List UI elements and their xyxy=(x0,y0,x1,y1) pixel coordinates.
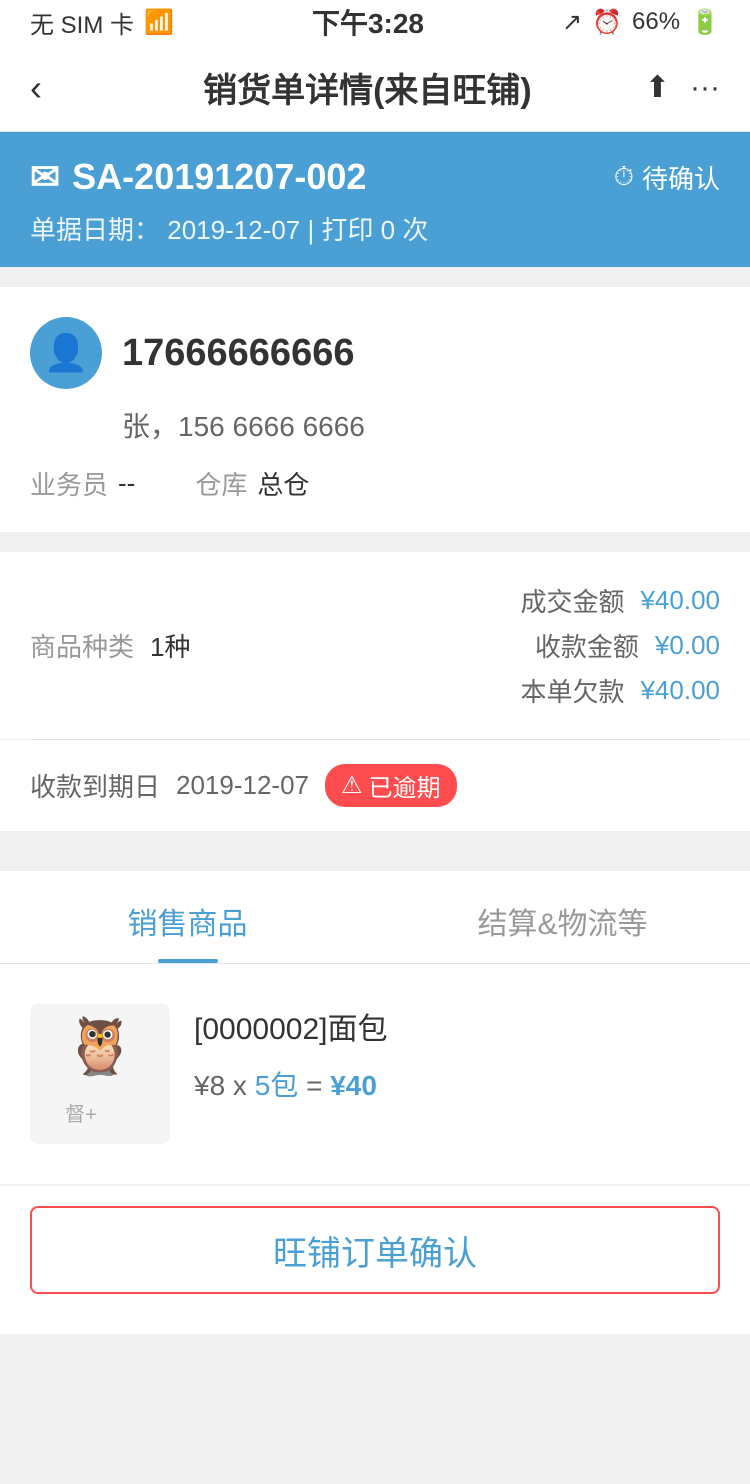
product-list: 🦉督+ [0000002]面包 ¥8 x 5包 = ¥40 xyxy=(0,964,750,1184)
battery-text: 66% xyxy=(632,8,680,36)
print-info: | 打印 0 次 xyxy=(307,215,428,245)
product-price: ¥8 x 5包 = ¥40 xyxy=(194,1064,720,1104)
product-type-value: 1种 xyxy=(150,627,190,664)
price-total: ¥40 xyxy=(330,1070,377,1101)
tab-sales-products-label: 销售商品 xyxy=(128,908,248,941)
product-item: 🦉督+ [0000002]面包 ¥8 x 5包 = ¥40 xyxy=(30,984,720,1164)
product-name: [0000002]面包 xyxy=(194,1004,720,1048)
price-total-label: = xyxy=(306,1070,330,1101)
warehouse-meta: 仓库 总仓 xyxy=(195,465,309,502)
sales-value: -- xyxy=(118,468,135,499)
price-text: ¥8 x xyxy=(194,1070,255,1101)
amount-value-1: ¥0.00 xyxy=(655,630,720,661)
status-right: ↗ ⏰ 66% 🔋 xyxy=(562,8,720,37)
battery-icon: 🔋 xyxy=(690,8,720,37)
overdue-icon: ⚠ xyxy=(341,771,363,800)
status-bar: 无 SIM 卡 📶 下午3:28 ↗ ⏰ 66% 🔋 xyxy=(0,0,750,44)
tab-sales-products[interactable]: 销售商品 xyxy=(0,871,375,963)
product-info: [0000002]面包 ¥8 x 5包 = ¥40 xyxy=(194,1004,720,1104)
date-label: 单据日期： xyxy=(30,215,160,245)
customer-phone: 17666666666 xyxy=(122,332,354,375)
alarm-icon: ⏰ xyxy=(592,8,622,37)
order-date: 单据日期： 2019-12-07 | 打印 0 次 xyxy=(30,210,720,247)
order-status-text: 待确认 xyxy=(642,159,720,196)
due-section: 收款到期日 2019-12-07 ⚠ 已逾期 xyxy=(0,740,750,831)
amount-row-0: 成交金额 ¥40.00 xyxy=(520,582,720,619)
order-status: ⏱ 待确认 xyxy=(614,159,720,196)
divider-2 xyxy=(0,831,750,851)
avatar: 👤 xyxy=(30,317,102,389)
order-id: ✉ SA-20191207-002 xyxy=(30,156,366,198)
amount-label-1: 收款金额 xyxy=(535,627,639,664)
bottom-bar: 旺铺订单确认 xyxy=(0,1186,750,1334)
order-id-text: SA-20191207-002 xyxy=(72,156,366,198)
order-banner: ✉ SA-20191207-002 ⏱ 待确认 单据日期： 2019-12-07… xyxy=(0,132,750,267)
product-type-label: 商品种类 xyxy=(30,627,134,664)
location-icon: ↗ xyxy=(562,8,582,37)
order-icon: ✉ xyxy=(30,156,60,198)
summary-right: 成交金额 ¥40.00 收款金额 ¥0.00 本单欠款 ¥40.00 xyxy=(520,582,720,709)
product-thumbnail: 🦉督+ xyxy=(65,1018,135,1130)
price-qty: 5包 xyxy=(255,1070,299,1101)
confirm-button[interactable]: 旺铺订单确认 xyxy=(30,1206,720,1294)
tabs-container: 销售商品 结算&物流等 xyxy=(0,871,750,964)
product-image: 🦉督+ xyxy=(30,1004,170,1144)
amount-row-1: 收款金额 ¥0.00 xyxy=(535,627,720,664)
customer-meta: 业务员 -- 仓库 总仓 xyxy=(30,465,720,502)
status-clock-icon: ⏱ xyxy=(614,161,634,193)
amount-value-0: ¥40.00 xyxy=(640,585,720,616)
nav-bar: ‹ 销货单详情(来自旺铺) ⬆ ··· xyxy=(0,44,750,132)
due-date-value: 2019-12-07 xyxy=(176,770,309,801)
warehouse-label: 仓库 xyxy=(195,465,247,502)
order-banner-top: ✉ SA-20191207-002 ⏱ 待确认 xyxy=(30,156,720,198)
divider-1 xyxy=(0,532,750,552)
due-date-label: 收款到期日 xyxy=(30,767,160,804)
overdue-text: 已逾期 xyxy=(369,768,441,803)
status-left: 无 SIM 卡 📶 xyxy=(30,5,174,40)
customer-section: 👤 17666666666 张，156 6666 6666 业务员 -- 仓库 … xyxy=(0,287,750,532)
summary-section: 商品种类 1种 成交金额 ¥40.00 收款金额 ¥0.00 本单欠款 ¥40.… xyxy=(0,552,750,739)
sales-meta: 业务员 -- xyxy=(30,465,135,502)
share-button[interactable]: ⬆ xyxy=(645,70,670,105)
overdue-badge: ⚠ 已逾期 xyxy=(325,764,457,807)
time-display: 下午3:28 xyxy=(312,2,424,42)
amount-label-2: 本单欠款 xyxy=(520,672,624,709)
amount-row-2: 本单欠款 ¥40.00 xyxy=(520,672,720,709)
more-button[interactable]: ··· xyxy=(690,71,720,105)
customer-top: 👤 17666666666 xyxy=(30,317,720,389)
amount-label-0: 成交金额 xyxy=(520,582,624,619)
sales-label: 业务员 xyxy=(30,465,108,502)
date-value: 2019-12-07 xyxy=(167,215,300,245)
back-button[interactable]: ‹ xyxy=(30,67,90,109)
warehouse-value: 总仓 xyxy=(257,465,309,502)
nav-actions: ⬆ ··· xyxy=(645,70,720,105)
sim-text: 无 SIM 卡 xyxy=(30,5,134,40)
tab-settlement-logistics[interactable]: 结算&物流等 xyxy=(375,871,750,963)
amount-value-2: ¥40.00 xyxy=(640,675,720,706)
avatar-icon: 👤 xyxy=(44,332,89,374)
summary-left: 商品种类 1种 xyxy=(30,582,190,709)
tab-settlement-logistics-label: 结算&物流等 xyxy=(477,908,647,941)
customer-name: 张，156 6666 6666 xyxy=(30,405,720,445)
wifi-icon: 📶 xyxy=(144,8,174,37)
page-title: 销货单详情(来自旺铺) xyxy=(203,63,532,112)
